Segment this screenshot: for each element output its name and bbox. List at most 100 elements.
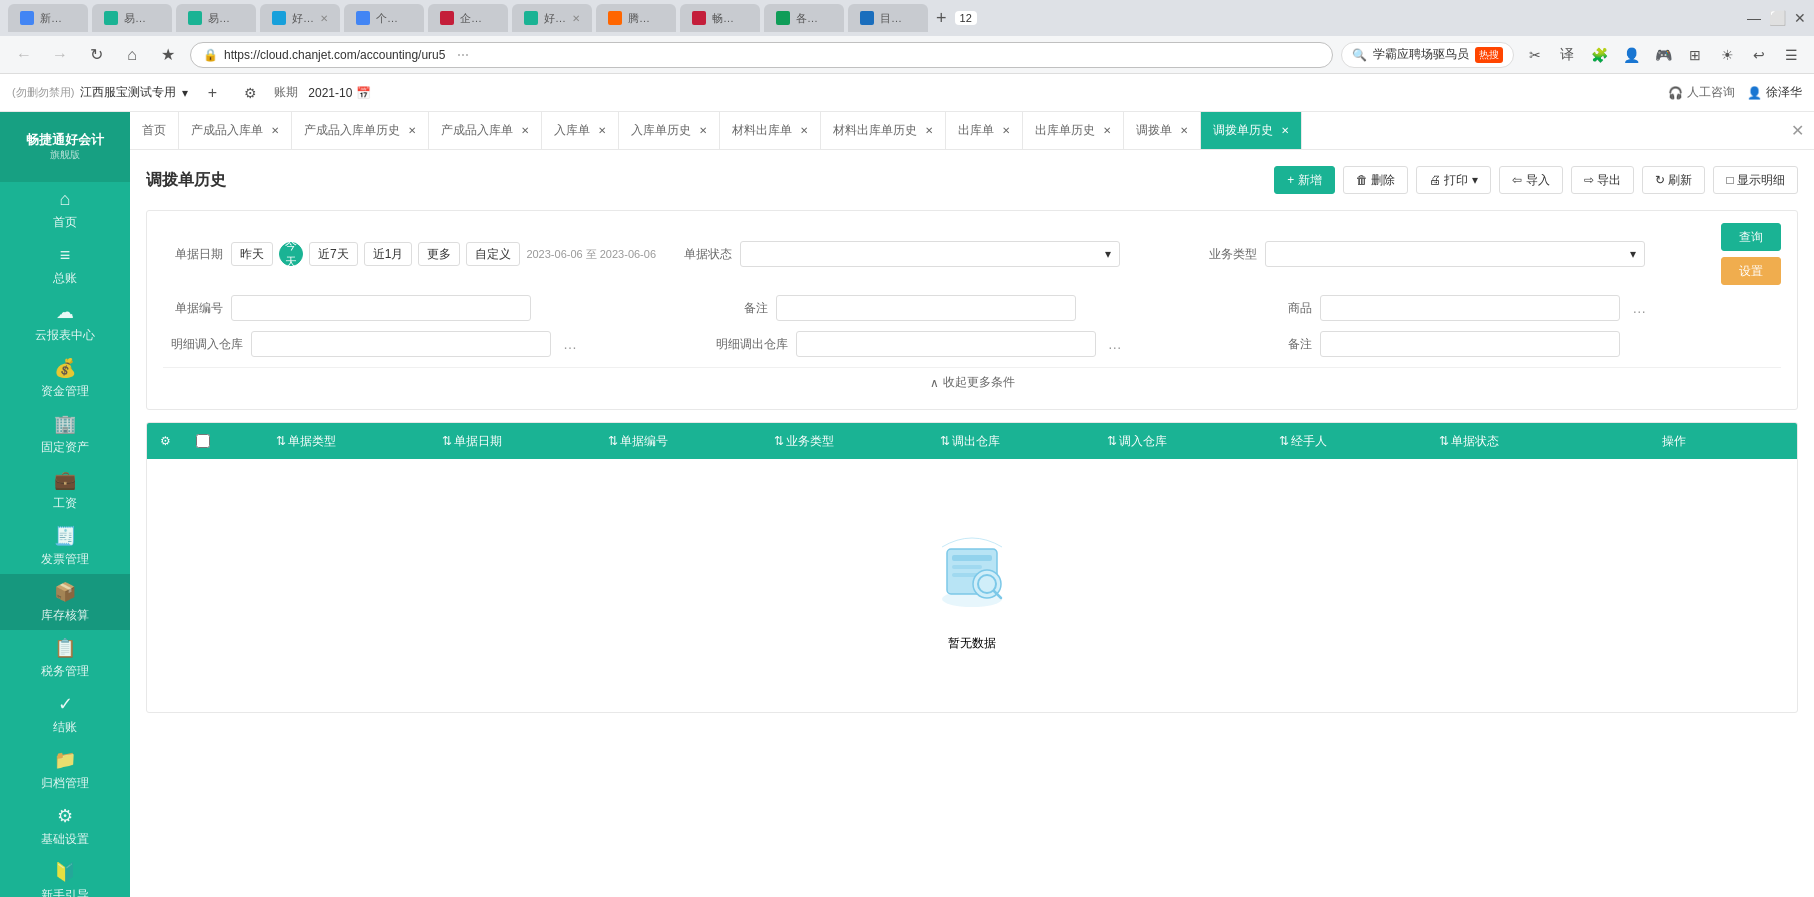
extensions-icon[interactable]: 🧩 xyxy=(1586,42,1612,68)
refresh-page-button[interactable]: ↻ 刷新 xyxy=(1642,166,1705,194)
page-tab-4[interactable]: 入库单 ✕ xyxy=(542,112,619,150)
filter-settings-button[interactable]: 设置 xyxy=(1721,257,1781,285)
minimize-btn[interactable]: — xyxy=(1747,10,1761,26)
export-button[interactable]: ⇨ 导出 xyxy=(1571,166,1634,194)
status-select[interactable]: ▾ xyxy=(740,241,1120,267)
page-tab-2[interactable]: 产成品入库单历史 ✕ xyxy=(292,112,429,150)
page-tab-4-close[interactable]: ✕ xyxy=(598,125,606,136)
delete-button[interactable]: 🗑 删除 xyxy=(1343,166,1408,194)
period-selector[interactable]: 2021-10 📅 xyxy=(308,86,371,100)
browser-tab-10[interactable]: 各… xyxy=(764,4,844,32)
page-tab-1-close[interactable]: ✕ xyxy=(271,125,279,136)
page-tab-11[interactable]: 调拨单历史 ✕ xyxy=(1201,112,1302,150)
detail-out-input[interactable] xyxy=(796,331,1096,357)
page-tab-10-close[interactable]: ✕ xyxy=(1180,125,1188,136)
scissors-icon[interactable]: ✂ xyxy=(1522,42,1548,68)
browser-tab-5[interactable]: 个… xyxy=(344,4,424,32)
collapse-filter-button[interactable]: ∧ 收起更多条件 xyxy=(163,367,1781,397)
bookmark-button[interactable]: ★ xyxy=(154,41,182,69)
service-button[interactable]: 🎧 人工咨询 xyxy=(1668,84,1735,101)
maximize-btn[interactable]: ⬜ xyxy=(1769,10,1786,26)
remark-input[interactable] xyxy=(776,295,1076,321)
goods-picker-icon[interactable]: … xyxy=(1628,300,1650,316)
page-tab-3[interactable]: 产成品入库单 ✕ xyxy=(429,112,542,150)
print-button[interactable]: 🖨 打印 ▾ xyxy=(1416,166,1491,194)
sidebar-item-report[interactable]: ☁ 云报表中心 xyxy=(0,294,130,350)
sidebar-item-inventory[interactable]: 📦 库存核算 xyxy=(0,574,130,630)
col-header-date[interactable]: ⇅ 单据日期 xyxy=(389,433,555,450)
browser-tab-2[interactable]: 易… xyxy=(92,4,172,32)
close-all-tabs-button[interactable]: ✕ xyxy=(1781,121,1814,140)
grid-icon[interactable]: ⊞ xyxy=(1682,42,1708,68)
browser-tab-11[interactable]: 目… xyxy=(848,4,928,32)
forward-button[interactable]: → xyxy=(46,41,74,69)
query-button[interactable]: 查询 xyxy=(1721,223,1781,251)
page-tab-11-close[interactable]: ✕ xyxy=(1281,125,1289,136)
sidebar-item-tax[interactable]: 📋 税务管理 xyxy=(0,630,130,686)
print-dropdown-icon[interactable]: ▾ xyxy=(1472,173,1478,187)
close-window-btn[interactable]: ✕ xyxy=(1794,10,1806,26)
browser-tab-6[interactable]: 企… xyxy=(428,4,508,32)
sidebar-item-home[interactable]: ⌂ 首页 xyxy=(0,182,130,238)
page-tab-5[interactable]: 入库单历史 ✕ xyxy=(619,112,720,150)
menu-icon[interactable]: ☰ xyxy=(1778,42,1804,68)
col-header-type[interactable]: ⇅ 单据类型 xyxy=(223,433,389,450)
close-icon-7[interactable]: ✕ xyxy=(572,13,580,24)
company-selector[interactable]: (勿删勿禁用) 江西服宝测试专用 ▾ xyxy=(12,84,188,101)
col-header-in-warehouse[interactable]: ⇅ 调入仓库 xyxy=(1054,433,1220,450)
translate-icon[interactable]: 译 xyxy=(1554,42,1580,68)
page-tab-3-close[interactable]: ✕ xyxy=(521,125,529,136)
page-tab-9[interactable]: 出库单历史 ✕ xyxy=(1023,112,1124,150)
col-header-out-warehouse[interactable]: ⇅ 调出仓库 xyxy=(887,433,1053,450)
detail-out-picker-icon[interactable]: … xyxy=(1104,336,1126,352)
page-tab-9-close[interactable]: ✕ xyxy=(1103,125,1111,136)
page-tab-1[interactable]: 产成品入库单 ✕ xyxy=(179,112,292,150)
address-bar[interactable]: 🔒 https://cloud.chanjet.com/accounting/u… xyxy=(190,42,1333,68)
browser-tab-7[interactable]: 好… ✕ xyxy=(512,4,592,32)
col-header-handler[interactable]: ⇅ 经手人 xyxy=(1220,433,1386,450)
sidebar-item-ledger[interactable]: ≡ 总账 xyxy=(0,238,130,294)
page-tab-6[interactable]: 材料出库单 ✕ xyxy=(720,112,821,150)
browser-tab-8[interactable]: 腾… xyxy=(596,4,676,32)
page-tab-7[interactable]: 材料出库单历史 ✕ xyxy=(821,112,946,150)
sidebar-item-archive[interactable]: 📁 归档管理 xyxy=(0,742,130,798)
new-button[interactable]: + 新增 xyxy=(1274,166,1334,194)
page-tab-10[interactable]: 调拨单 ✕ xyxy=(1124,112,1201,150)
home-browser-button[interactable]: ⌂ xyxy=(118,41,146,69)
browser-tab-4[interactable]: 好… ✕ xyxy=(260,4,340,32)
business-select[interactable]: ▾ xyxy=(1265,241,1645,267)
profile-icon[interactable]: 👤 xyxy=(1618,42,1644,68)
page-tab-7-close[interactable]: ✕ xyxy=(925,125,933,136)
games-icon[interactable]: 🎮 xyxy=(1650,42,1676,68)
detail-remark-input[interactable] xyxy=(1320,331,1620,357)
browser-tab-1[interactable]: 新… xyxy=(8,4,88,32)
goods-input[interactable] xyxy=(1320,295,1620,321)
sidebar-item-wage[interactable]: 💼 工资 xyxy=(0,462,130,518)
sidebar-item-capital[interactable]: 💰 资金管理 xyxy=(0,350,130,406)
date-btn-more[interactable]: 更多 xyxy=(418,242,460,266)
back-button[interactable]: ← xyxy=(10,41,38,69)
page-tab-6-close[interactable]: ✕ xyxy=(800,125,808,136)
date-btn-yesterday[interactable]: 昨天 xyxy=(231,242,273,266)
search-bar[interactable]: 🔍 学霸应聘场驱鸟员 热搜 xyxy=(1341,42,1514,68)
col-header-status[interactable]: ⇅ 单据状态 xyxy=(1386,433,1552,450)
close-icon-4[interactable]: ✕ xyxy=(320,13,328,24)
sidebar-item-close[interactable]: ✓ 结账 xyxy=(0,686,130,742)
date-btn-custom[interactable]: 自定义 xyxy=(466,242,520,266)
detail-in-picker-icon[interactable]: … xyxy=(559,336,581,352)
date-btn-7days[interactable]: 近7天 xyxy=(309,242,358,266)
sidebar-item-invoice[interactable]: 🧾 发票管理 xyxy=(0,518,130,574)
browser-tab-3[interactable]: 易… xyxy=(176,4,256,32)
sidebar-item-guide[interactable]: 🔰 新手引导 xyxy=(0,854,130,897)
date-btn-today[interactable]: 今天 xyxy=(279,242,303,266)
refresh-browser-button[interactable]: ↻ xyxy=(82,41,110,69)
page-tab-5-close[interactable]: ✕ xyxy=(699,125,707,136)
undo-icon[interactable]: ↩ xyxy=(1746,42,1772,68)
table-select-all-checkbox[interactable] xyxy=(183,434,223,448)
import-button[interactable]: ⇦ 导入 xyxy=(1499,166,1562,194)
col-header-business[interactable]: ⇅ 业务类型 xyxy=(721,433,887,450)
table-settings-icon[interactable]: ⚙ xyxy=(147,434,183,448)
page-tab-8[interactable]: 出库单 ✕ xyxy=(946,112,1023,150)
docno-input[interactable] xyxy=(231,295,531,321)
page-tab-home[interactable]: 首页 xyxy=(130,112,179,150)
